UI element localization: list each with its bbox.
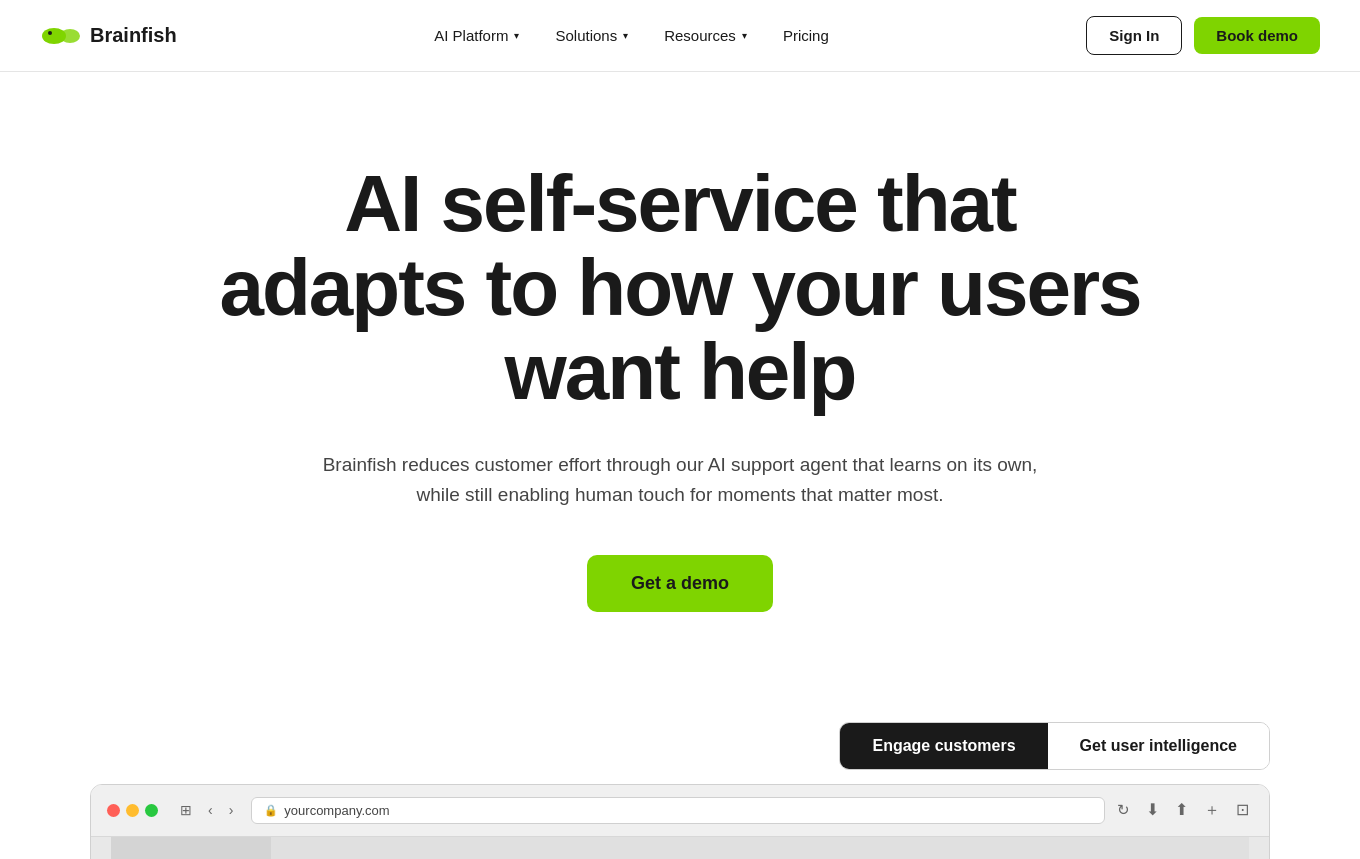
share-icon[interactable]: ⬆ (1171, 798, 1192, 823)
nav-item-resources[interactable]: Resources ▾ (650, 19, 761, 52)
nav-link-ai-platform[interactable]: AI Platform ▾ (420, 19, 533, 52)
browser-window: ⊞ ‹ › 🔒 yourcompany.com ↻ ⬇ ⬆ ＋ ⊡ Your P… (90, 784, 1270, 859)
address-bar[interactable]: 🔒 yourcompany.com (251, 797, 1105, 824)
chevron-down-icon: ▾ (514, 30, 519, 41)
svg-point-2 (48, 31, 52, 35)
hero-title: AI self-service that adapts to how your … (170, 162, 1190, 414)
navbar: Brainfish AI Platform ▾ Solutions ▾ Reso… (0, 0, 1360, 72)
lock-icon: 🔒 (264, 804, 278, 817)
close-window-button[interactable] (107, 804, 120, 817)
tabs-bar: Engage customers Get user intelligence (839, 722, 1270, 770)
new-tab-icon[interactable]: ＋ (1200, 798, 1224, 823)
layout-icon[interactable]: ⊞ (174, 800, 198, 820)
nav-item-solutions[interactable]: Solutions ▾ (541, 19, 642, 52)
refresh-icon[interactable]: ↻ (1117, 801, 1130, 819)
chevron-down-icon: ▾ (623, 30, 628, 41)
tab-user-intelligence[interactable]: Get user intelligence (1048, 723, 1269, 769)
browser-sidebar: Your Product (111, 837, 271, 859)
browser-main-content (271, 837, 1249, 859)
brainfish-logo-icon (40, 22, 82, 50)
forward-icon[interactable]: › (223, 800, 240, 820)
hero-section: AI self-service that adapts to how your … (130, 72, 1230, 672)
minimize-window-button[interactable] (126, 804, 139, 817)
tab-engage-customers[interactable]: Engage customers (840, 723, 1047, 769)
extensions-icon[interactable]: ⊡ (1232, 798, 1253, 823)
svg-point-1 (60, 29, 80, 43)
browser-toolbar: ⊞ ‹ › 🔒 yourcompany.com ↻ ⬇ ⬆ ＋ ⊡ (91, 785, 1269, 837)
browser-window-controls (107, 804, 158, 817)
hero-subtitle: Brainfish reduces customer effort throug… (315, 450, 1045, 511)
nav-actions: Sign In Book demo (1086, 16, 1320, 55)
logo-text: Brainfish (90, 24, 177, 47)
browser-content: Your Product (91, 837, 1269, 859)
nav-links: AI Platform ▾ Solutions ▾ Resources ▾ Pr… (420, 19, 842, 52)
nav-item-pricing[interactable]: Pricing (769, 19, 843, 52)
nav-item-ai-platform[interactable]: AI Platform ▾ (420, 19, 533, 52)
back-icon[interactable]: ‹ (202, 800, 219, 820)
nav-link-resources[interactable]: Resources ▾ (650, 19, 761, 52)
browser-section: ⊞ ‹ › 🔒 yourcompany.com ↻ ⬇ ⬆ ＋ ⊡ Your P… (30, 784, 1330, 859)
browser-toolbar-actions: ⬇ ⬆ ＋ ⊡ (1142, 798, 1253, 823)
download-icon[interactable]: ⬇ (1142, 798, 1163, 823)
signin-button[interactable]: Sign In (1086, 16, 1182, 55)
chevron-down-icon: ▾ (742, 30, 747, 41)
nav-link-pricing[interactable]: Pricing (769, 19, 843, 52)
get-demo-button[interactable]: Get a demo (587, 555, 773, 612)
browser-nav-icons: ⊞ ‹ › (174, 800, 239, 820)
tabs-section: Engage customers Get user intelligence (30, 722, 1330, 770)
nav-link-solutions[interactable]: Solutions ▾ (541, 19, 642, 52)
url-text: yourcompany.com (284, 803, 389, 818)
logo[interactable]: Brainfish (40, 22, 177, 50)
maximize-window-button[interactable] (145, 804, 158, 817)
book-demo-button[interactable]: Book demo (1194, 17, 1320, 54)
